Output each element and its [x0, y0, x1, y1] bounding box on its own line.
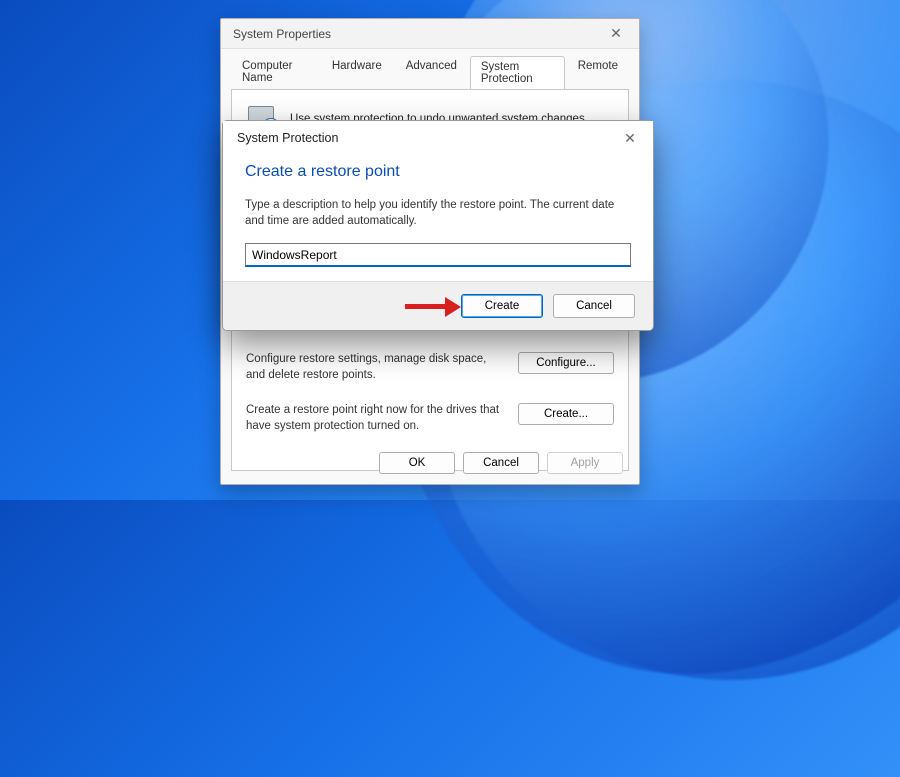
tab-strip: Computer Name Hardware Advanced System P…: [221, 49, 639, 89]
close-icon[interactable]: ✕: [615, 130, 645, 147]
dialog-body: Create a restore point Type a descriptio…: [223, 155, 653, 281]
tab-computer-name[interactable]: Computer Name: [231, 55, 319, 89]
tab-advanced[interactable]: Advanced: [395, 55, 468, 89]
dialog-button-row: OK Cancel Apply: [379, 452, 623, 474]
create-button[interactable]: Create: [461, 294, 543, 318]
ok-button[interactable]: OK: [379, 452, 455, 474]
create-text: Create a restore point right now for the…: [246, 403, 506, 434]
annotation-arrow-icon: [405, 296, 463, 316]
dialog-footer: Create Cancel: [223, 281, 653, 330]
titlebar[interactable]: System Protection ✕: [223, 121, 653, 155]
dialog-heading: Create a restore point: [245, 163, 631, 181]
titlebar[interactable]: System Properties ✕: [221, 19, 639, 49]
apply-button: Apply: [547, 452, 623, 474]
tab-system-protection[interactable]: System Protection: [470, 56, 565, 90]
create-restore-point-dialog: System Protection ✕ Create a restore poi…: [222, 120, 654, 331]
cancel-button[interactable]: Cancel: [463, 452, 539, 474]
restore-point-description-input[interactable]: [245, 243, 631, 267]
dialog-title: System Protection: [237, 131, 615, 145]
dialog-description: Type a description to help you identify …: [245, 197, 631, 229]
window-title: System Properties: [233, 27, 601, 41]
cancel-button[interactable]: Cancel: [553, 294, 635, 318]
close-icon[interactable]: ✕: [601, 25, 631, 42]
tab-hardware[interactable]: Hardware: [321, 55, 393, 89]
configure-text: Configure restore settings, manage disk …: [246, 352, 506, 383]
configure-row: Configure restore settings, manage disk …: [246, 342, 614, 393]
create-restore-point-button[interactable]: Create...: [518, 403, 614, 425]
create-row: Create a restore point right now for the…: [246, 393, 614, 444]
configure-button[interactable]: Configure...: [518, 352, 614, 374]
tab-remote[interactable]: Remote: [567, 55, 629, 89]
